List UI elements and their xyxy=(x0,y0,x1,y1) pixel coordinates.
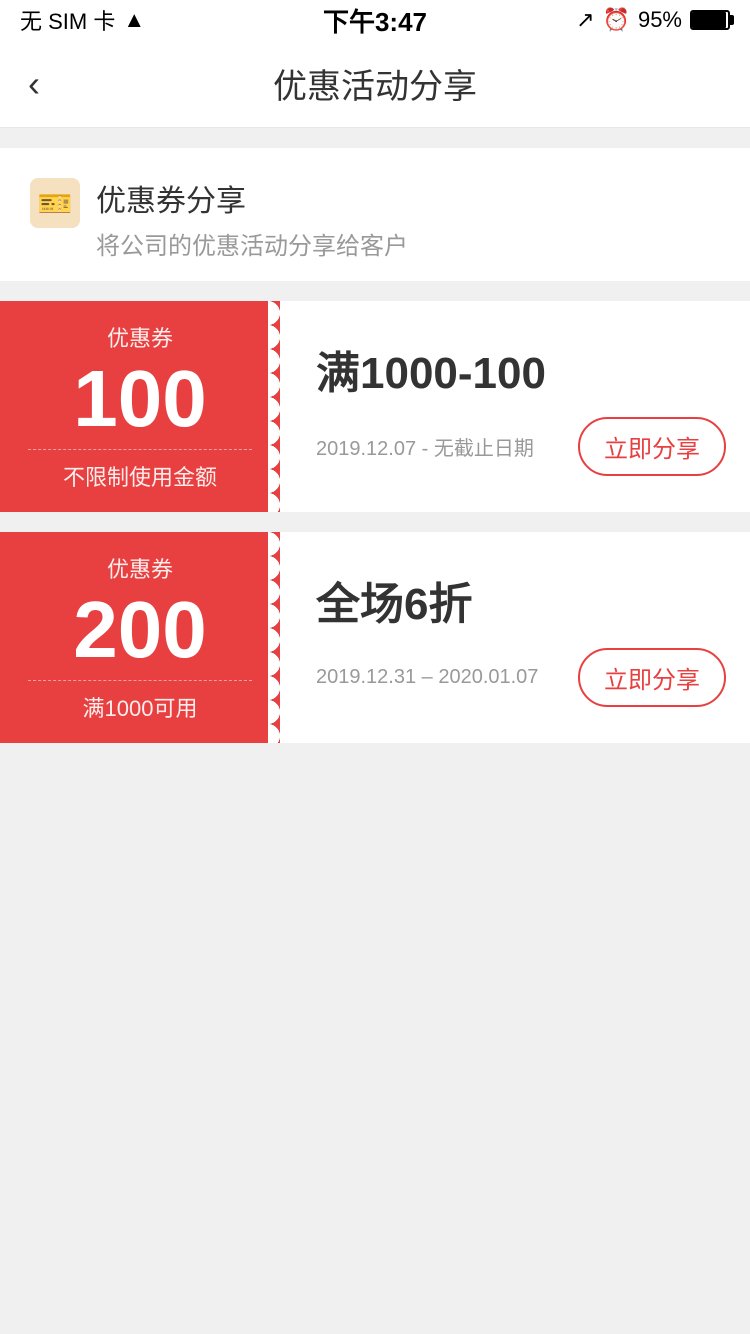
status-bar: 无 SIM 卡 ▲ 下午3:47 ↗ ⏰ 95% xyxy=(0,0,750,40)
nav-bar: ‹ 优惠活动分享 xyxy=(0,40,750,128)
coupon-condition-0: 不限制使用金额 xyxy=(63,460,217,492)
location-icon: ↗ xyxy=(576,7,594,33)
coupon-label-0: 优惠券 xyxy=(107,321,173,353)
alarm-icon: ⏰ xyxy=(603,7,630,33)
section-title: 优惠券分享 xyxy=(96,176,408,220)
wifi-icon: ▲ xyxy=(123,7,145,33)
section-header: 🎫 优惠券分享 将公司的优惠活动分享给客户 xyxy=(0,148,750,281)
coupon-card: 优惠券 200 满1000可用 全场6折 2019.12.31 – 2020.0… xyxy=(0,532,750,743)
coupon-right-0: 满1000-100 2019.12.07 - 无截止日期 立即分享 xyxy=(280,301,750,512)
coupon-right-1: 全场6折 2019.12.31 – 2020.01.07 立即分享 xyxy=(280,532,750,743)
status-time: 下午3:47 xyxy=(323,2,427,39)
coupon-date-0: 2019.12.07 - 无截止日期 xyxy=(316,432,534,461)
coupon-amount-0: 100 xyxy=(73,359,206,439)
share-button-0[interactable]: 立即分享 xyxy=(578,417,726,476)
coupon-name-0: 满1000-100 xyxy=(316,337,726,401)
battery-percent: 95% xyxy=(638,7,682,33)
background-area xyxy=(0,783,750,1183)
section-subtitle: 将公司的优惠活动分享给客户 xyxy=(96,226,408,261)
status-right: ↗ ⏰ 95% xyxy=(576,7,730,33)
coupon-amount-1: 200 xyxy=(73,590,206,670)
coupon-left-1: 优惠券 200 满1000可用 xyxy=(0,532,280,743)
coupon-footer-0: 2019.12.07 - 无截止日期 立即分享 xyxy=(316,417,726,476)
battery-icon xyxy=(690,10,730,30)
status-left: 无 SIM 卡 ▲ xyxy=(20,4,145,36)
section-icon: 🎫 xyxy=(30,178,80,228)
coupon-date-1: 2019.12.31 – 2020.01.07 xyxy=(316,666,538,689)
coupon-footer-1: 2019.12.31 – 2020.01.07 立即分享 xyxy=(316,648,726,707)
coupon-label-1: 优惠券 xyxy=(107,552,173,584)
share-button-1[interactable]: 立即分享 xyxy=(578,648,726,707)
page-title: 优惠活动分享 xyxy=(273,59,477,108)
coupon-card: 优惠券 100 不限制使用金额 满1000-100 2019.12.07 - 无… xyxy=(0,301,750,512)
coupon-name-1: 全场6折 xyxy=(316,568,726,632)
coupon-list: 优惠券 100 不限制使用金额 满1000-100 2019.12.07 - 无… xyxy=(0,281,750,783)
carrier-text: 无 SIM 卡 xyxy=(20,4,115,36)
coupon-condition-1: 满1000可用 xyxy=(83,691,198,723)
section-text: 优惠券分享 将公司的优惠活动分享给客户 xyxy=(96,176,408,261)
back-button[interactable]: ‹ xyxy=(28,63,40,105)
coupon-left-0: 优惠券 100 不限制使用金额 xyxy=(0,301,280,512)
